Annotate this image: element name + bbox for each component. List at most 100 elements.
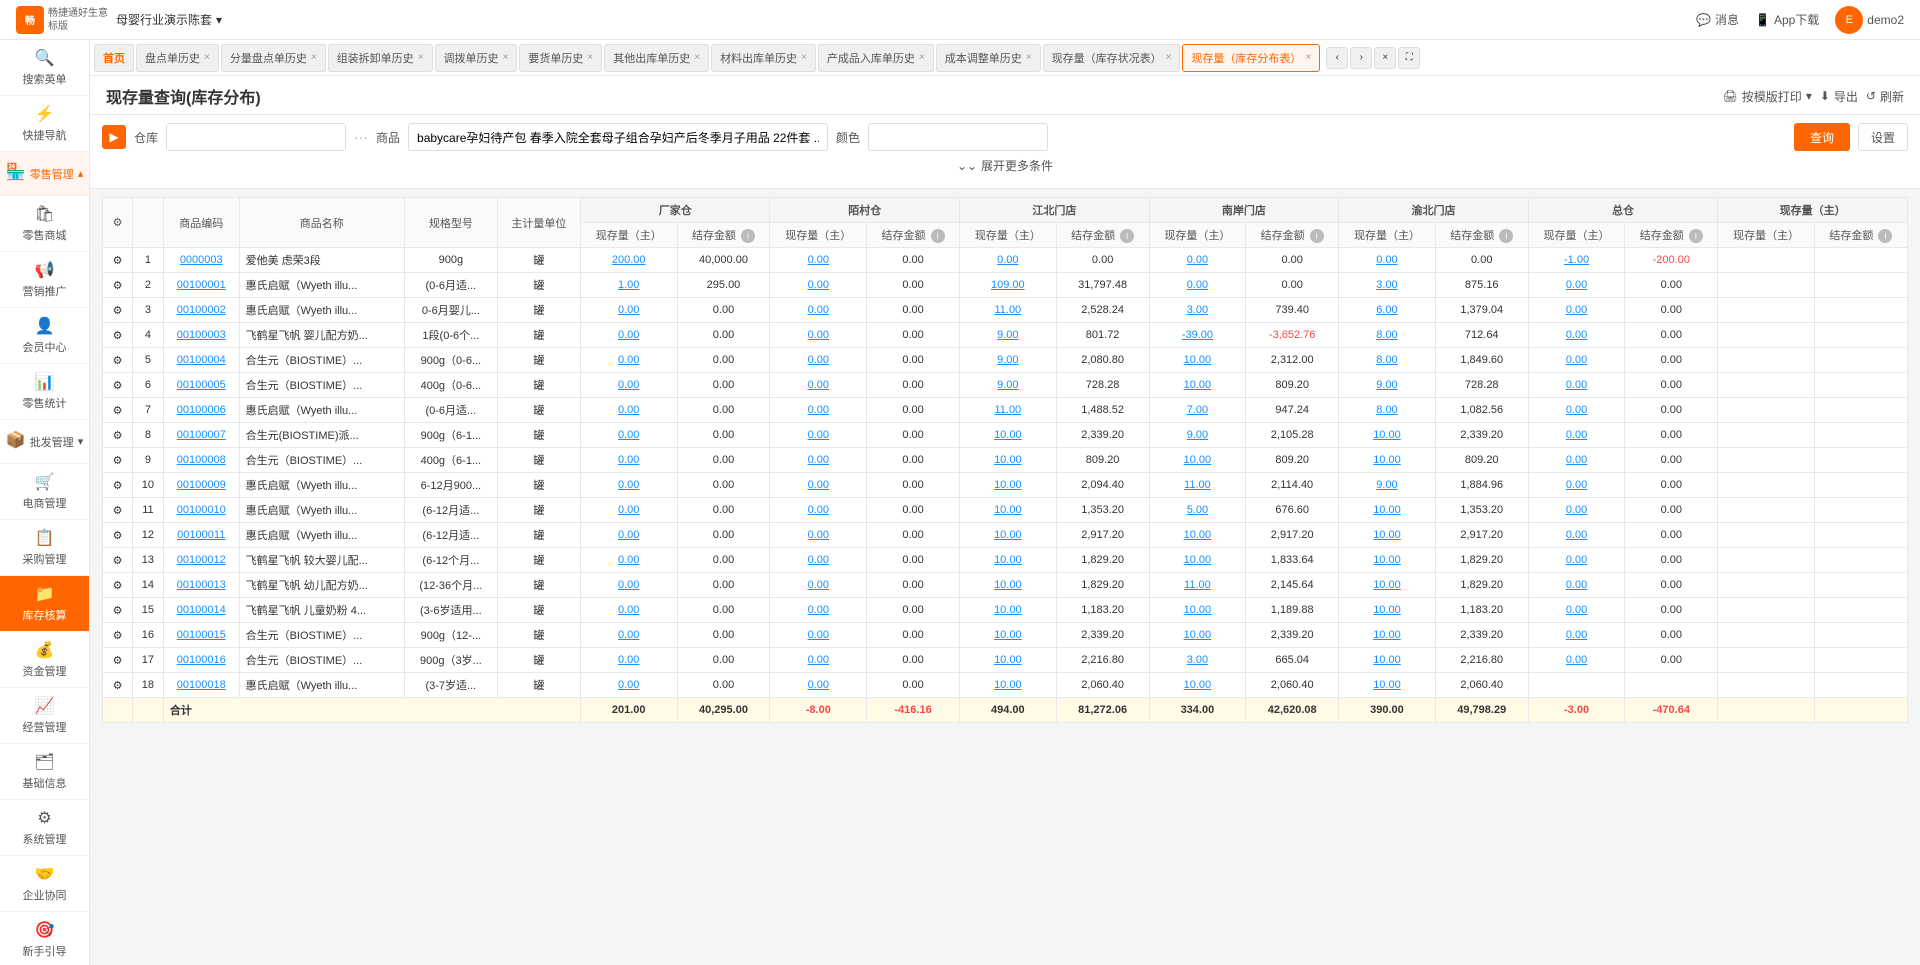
tab-zzccsingle[interactable]: 组装拆卸单历史 × xyxy=(328,44,433,72)
refresh-btn[interactable]: ↺ 刷新 xyxy=(1866,88,1904,105)
tab-close-all-btn[interactable]: × xyxy=(1374,47,1396,69)
sidebar-item-member[interactable]: 👤 会员中心 xyxy=(0,308,89,364)
tab-close-cbtzdsingle[interactable]: × xyxy=(1026,52,1032,63)
sidebar-item-search[interactable]: 🔍 搜索英单 xyxy=(0,40,89,96)
print-arrow: ▾ xyxy=(1806,89,1812,103)
na-amt-info-icon[interactable]: i xyxy=(1310,229,1324,243)
row-settings[interactable]: ⚙ xyxy=(103,398,133,423)
row-settings[interactable]: ⚙ xyxy=(103,248,133,273)
row-settings[interactable]: ⚙ xyxy=(103,323,133,348)
tab-prev-btn[interactable]: ‹ xyxy=(1326,47,1348,69)
message-btn[interactable]: 💬 消息 xyxy=(1696,11,1739,28)
tab-home[interactable]: 首页 xyxy=(94,44,134,72)
yb-amt-info-icon[interactable]: i xyxy=(1499,229,1513,243)
expand-conditions-btn[interactable]: ⌄⌄ 展开更多条件 xyxy=(957,157,1053,174)
row-spec: (12-36个月... xyxy=(404,573,497,598)
sidebar-item-newguide[interactable]: 🎯 新手引导 xyxy=(0,912,89,965)
row-settings[interactable]: ⚙ xyxy=(103,473,133,498)
row-na-amt: 2,114.40 xyxy=(1246,473,1339,498)
row-name: 飞鹤星飞帆 较大婴儿配... xyxy=(239,548,404,573)
jb-amt-info-icon[interactable]: i xyxy=(1120,229,1134,243)
sidebar-item-quicknav[interactable]: ⚡ 快捷导航 xyxy=(0,96,89,152)
cur-amt-info-icon[interactable]: i xyxy=(1878,229,1892,243)
query-button[interactable]: 查询 xyxy=(1794,123,1850,151)
sidebar-item-retail[interactable]: 🏪 零售管理 ▴ xyxy=(0,152,89,196)
row-settings[interactable]: ⚙ xyxy=(103,548,133,573)
app-download-btn[interactable]: 📱 App下载 xyxy=(1755,11,1819,28)
tab-close-fbbdsingle[interactable]: × xyxy=(311,52,317,63)
org-dropdown[interactable]: 母婴行业演示陈套 ▾ xyxy=(116,11,222,28)
tab-fullscreen-btn[interactable]: ⛶ xyxy=(1398,47,1420,69)
sidebar-item-system[interactable]: ⚙ 系统管理 xyxy=(0,800,89,856)
warehouse-input[interactable] xyxy=(166,123,346,151)
row-settings[interactable]: ⚙ xyxy=(103,298,133,323)
tab-cbtzdsingle[interactable]: 成本调整单历史 × xyxy=(936,44,1041,72)
tot-amt-info-icon[interactable]: i xyxy=(1689,229,1703,243)
tab-close-tfsingle[interactable]: × xyxy=(503,52,509,63)
goods-input[interactable] xyxy=(408,123,828,151)
tab-close-clcksingle[interactable]: × xyxy=(801,52,807,63)
setting-button[interactable]: 设置 xyxy=(1858,123,1908,151)
export-btn[interactable]: ⬇ 导出 xyxy=(1820,88,1858,105)
row-settings[interactable]: ⚙ xyxy=(103,273,133,298)
col-total: 总仓 xyxy=(1528,198,1718,223)
col-yb-qty: 现存量（主） xyxy=(1339,223,1436,248)
row-na-amt: 739.40 xyxy=(1246,298,1339,323)
sidebar-item-purchase[interactable]: 📋 采购管理 xyxy=(0,520,89,576)
color-input[interactable] xyxy=(868,123,1048,151)
tab-close-zzccsingle[interactable]: × xyxy=(418,52,424,63)
filter-collapse-btn[interactable]: ▶ xyxy=(102,125,126,149)
sidebar-item-retailstat[interactable]: 📊 零售统计 xyxy=(0,364,89,420)
row-tot-qty: 0.00 xyxy=(1528,298,1625,323)
row-settings[interactable]: ⚙ xyxy=(103,373,133,398)
r-amt-info-icon[interactable]: i xyxy=(931,229,945,243)
sidebar-label-retailshop: 零售商城 xyxy=(23,227,67,243)
row-settings[interactable]: ⚙ xyxy=(103,648,133,673)
tab-ygdsingle[interactable]: 要货单历史 × xyxy=(519,44,602,72)
tab-close-xcl-table[interactable]: × xyxy=(1166,52,1172,63)
tab-tfsingle[interactable]: 调拨单历史 × xyxy=(435,44,518,72)
sidebar-item-collab[interactable]: 🤝 企业协同 xyxy=(0,856,89,912)
tab-close-xcl-dist[interactable]: × xyxy=(1305,52,1311,63)
row-settings[interactable]: ⚙ xyxy=(103,448,133,473)
row-settings[interactable]: ⚙ xyxy=(103,598,133,623)
row-settings[interactable]: ⚙ xyxy=(103,423,133,448)
row-settings[interactable]: ⚙ xyxy=(103,573,133,598)
row-na-amt: 0.00 xyxy=(1246,273,1339,298)
row-settings[interactable]: ⚙ xyxy=(103,523,133,548)
tab-bdsingle[interactable]: 盘点单历史 × xyxy=(136,44,219,72)
warehouse-dots[interactable]: ··· xyxy=(354,129,368,145)
username: demo2 xyxy=(1867,13,1904,27)
sidebar-item-basic[interactable]: 🗂 基础信息 xyxy=(0,744,89,800)
tab-next-btn[interactable]: › xyxy=(1350,47,1372,69)
table-container[interactable]: ⚙ 商品编码 商品名称 规格型号 主计量单位 厂家仓 陌村仓 江北门店 南岸门店… xyxy=(90,189,1920,965)
tab-xcl-table[interactable]: 现存量（库存状况表） × xyxy=(1043,44,1181,72)
row-cur-amt xyxy=(1814,273,1907,298)
sidebar-item-retailshop[interactable]: 🛍 零售商城 xyxy=(0,196,89,252)
tab-close-ygdsingle[interactable]: × xyxy=(587,52,593,63)
sidebar-item-ecommerce[interactable]: 🛒 电商管理 xyxy=(0,464,89,520)
tab-close-bdsingle[interactable]: × xyxy=(204,52,210,63)
user-menu[interactable]: E demo2 xyxy=(1835,6,1904,34)
row-settings[interactable]: ⚙ xyxy=(103,348,133,373)
tab-close-cpcrrksingle[interactable]: × xyxy=(919,52,925,63)
row-f-qty: 0.00 xyxy=(580,373,677,398)
sidebar-item-finance[interactable]: 💰 资金管理 xyxy=(0,632,89,688)
row-settings[interactable]: ⚙ xyxy=(103,498,133,523)
sidebar-item-operations[interactable]: 📈 经营管理 xyxy=(0,688,89,744)
sidebar-item-wholesale[interactable]: 📦 批发管理 ▾ xyxy=(0,420,89,464)
sidebar-item-inventory[interactable]: 📁 库存核算 xyxy=(0,576,89,632)
sidebar-item-marketing[interactable]: 📢 营销推广 xyxy=(0,252,89,308)
col-settings[interactable]: ⚙ xyxy=(103,198,133,248)
tab-qtcsingle[interactable]: 其他出库单历史 × xyxy=(604,44,709,72)
row-settings[interactable]: ⚙ xyxy=(103,623,133,648)
tab-fbbdsingle[interactable]: 分量盘点单历史 × xyxy=(221,44,326,72)
row-settings[interactable]: ⚙ xyxy=(103,673,133,698)
tab-xcl-dist[interactable]: 现存量（库存分布表） × xyxy=(1182,44,1320,72)
print-btn[interactable]: 🖨 按模版打印 ▾ xyxy=(1723,88,1812,105)
f-amt-info-icon[interactable]: i xyxy=(741,229,755,243)
tab-cpcrrksingle[interactable]: 产成品入库单历史 × xyxy=(818,44,934,72)
tab-close-qtcsingle[interactable]: × xyxy=(694,52,700,63)
row-name: 惠氏启赋（Wyeth illu... xyxy=(239,498,404,523)
tab-clcksingle[interactable]: 材料出库单历史 × xyxy=(711,44,816,72)
